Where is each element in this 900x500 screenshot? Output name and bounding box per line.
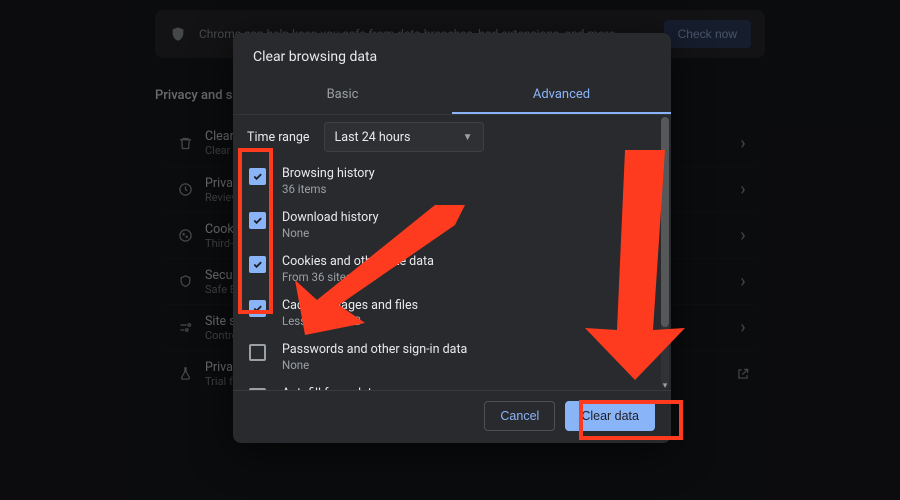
checkbox[interactable] bbox=[249, 168, 266, 185]
time-range-select[interactable]: Last 24 hours ▼ bbox=[324, 122, 484, 152]
option-sub: From 36 sites bbox=[282, 270, 434, 284]
option-sub: 36 items bbox=[282, 182, 375, 196]
checkbox[interactable] bbox=[249, 344, 266, 361]
tab-underline bbox=[452, 112, 671, 115]
scrollbar-thumb[interactable] bbox=[661, 117, 669, 327]
dialog-title: Clear browsing data bbox=[233, 33, 671, 77]
option-sub: None bbox=[282, 358, 467, 372]
option-row[interactable]: Passwords and other sign-in dataNone bbox=[247, 335, 652, 379]
time-range-label: Time range bbox=[247, 130, 310, 145]
option-row[interactable]: Cached images and filesLess than 1 MB bbox=[247, 291, 652, 335]
time-range-value: Last 24 hours bbox=[335, 130, 411, 145]
option-title: Cookies and other site data bbox=[282, 254, 434, 269]
option-title: Passwords and other sign-in data bbox=[282, 342, 467, 357]
scroll-down-icon[interactable]: ▾ bbox=[661, 382, 669, 390]
checkbox[interactable] bbox=[249, 256, 266, 273]
checkbox[interactable] bbox=[249, 212, 266, 229]
option-title: Browsing history bbox=[282, 166, 375, 181]
option-sub: None bbox=[282, 226, 378, 240]
tab-basic[interactable]: Basic bbox=[233, 77, 452, 114]
cancel-button[interactable]: Cancel bbox=[484, 401, 555, 431]
option-title: Cached images and files bbox=[282, 298, 418, 313]
option-sub: Less than 1 MB bbox=[282, 314, 418, 328]
option-row[interactable]: Download historyNone bbox=[247, 203, 652, 247]
checkbox[interactable] bbox=[249, 300, 266, 317]
checkbox[interactable] bbox=[249, 388, 266, 390]
tab-advanced[interactable]: Advanced bbox=[452, 77, 671, 114]
caret-down-icon: ▼ bbox=[463, 132, 473, 143]
dialog-tabs: Basic Advanced bbox=[233, 77, 671, 114]
option-title: Download history bbox=[282, 210, 378, 225]
option-row[interactable]: Browsing history36 items bbox=[247, 159, 652, 203]
option-row[interactable]: Autofill form data bbox=[247, 379, 652, 390]
clear-browsing-data-dialog: Clear browsing data Basic Advanced Time … bbox=[233, 33, 671, 443]
option-title: Autofill form data bbox=[282, 386, 379, 390]
option-row[interactable]: Cookies and other site dataFrom 36 sites bbox=[247, 247, 652, 291]
clear-data-button[interactable]: Clear data bbox=[565, 401, 655, 431]
